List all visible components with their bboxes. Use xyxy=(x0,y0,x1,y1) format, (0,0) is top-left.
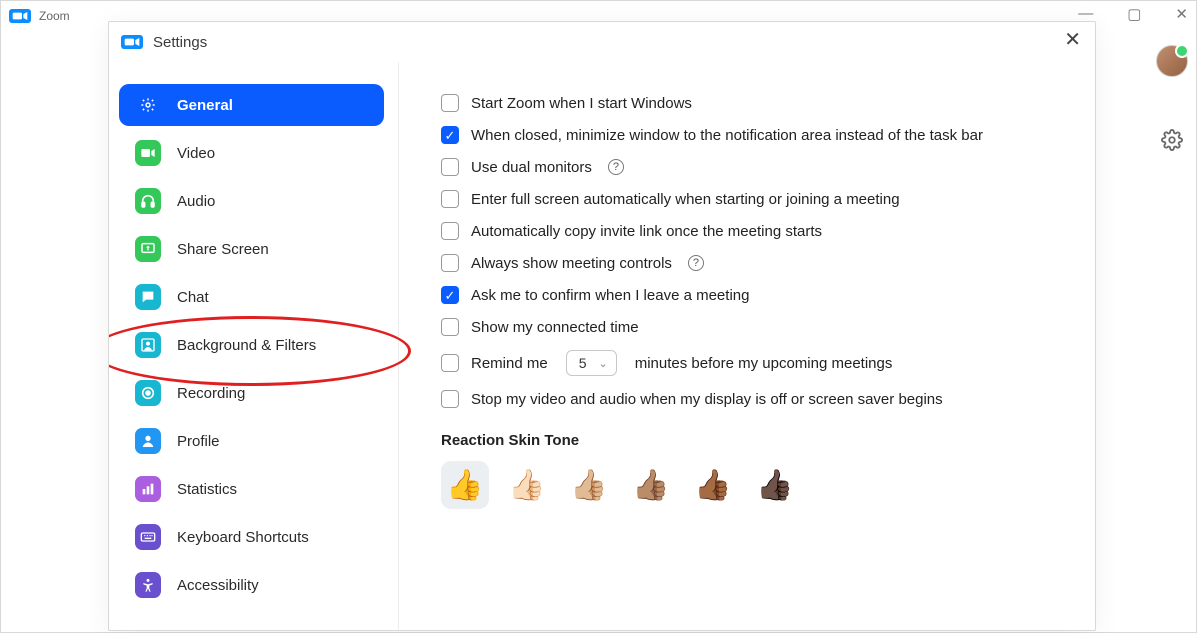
share-screen-icon xyxy=(135,236,161,262)
sidebar-item-statistics[interactable]: Statistics xyxy=(119,468,384,510)
sidebar-item-recording[interactable]: Recording xyxy=(119,372,384,414)
checkbox-remind[interactable] xyxy=(441,354,459,372)
settings-title: Settings xyxy=(153,34,207,51)
sidebar-item-label: Background & Filters xyxy=(177,337,316,354)
video-icon xyxy=(135,140,161,166)
sidebar-item-label: Share Screen xyxy=(177,241,269,258)
help-icon[interactable]: ? xyxy=(608,159,624,175)
checkbox[interactable] xyxy=(441,318,459,336)
remind-minutes-select[interactable]: 5 ⌄ xyxy=(566,350,617,376)
checkbox[interactable] xyxy=(441,158,459,176)
option-remind: Remind me 5 ⌄ minutes before my upcoming… xyxy=(441,350,1055,376)
option-label: Use dual monitors xyxy=(471,159,592,176)
checkbox[interactable] xyxy=(441,222,459,240)
background-icon xyxy=(135,332,161,358)
sidebar-item-keyboard-shortcuts[interactable]: Keyboard Shortcuts xyxy=(119,516,384,558)
sidebar-item-general[interactable]: General xyxy=(119,84,384,126)
option-label: Enter full screen automatically when sta… xyxy=(471,191,900,208)
keyboard-icon xyxy=(135,524,161,550)
option-label: Show my connected time xyxy=(471,319,639,336)
sidebar-item-profile[interactable]: Profile xyxy=(119,420,384,462)
remind-prefix: Remind me xyxy=(471,355,548,372)
zoom-logo-icon xyxy=(9,9,31,23)
close-app-button[interactable]: ✕ xyxy=(1175,5,1188,23)
option-row: Automatically copy invite link once the … xyxy=(441,222,1055,240)
sidebar-item-label: Audio xyxy=(177,193,215,210)
sidebar-item-chat[interactable]: Chat xyxy=(119,276,384,318)
zoom-logo-icon xyxy=(121,35,143,49)
sidebar-item-label: Accessibility xyxy=(177,577,259,594)
option-label: Ask me to confirm when I leave a meeting xyxy=(471,287,749,304)
sidebar-item-label: Video xyxy=(177,145,215,162)
sidebar-item-label: Recording xyxy=(177,385,245,402)
help-icon[interactable]: ? xyxy=(688,255,704,271)
option-label: Always show meeting controls xyxy=(471,255,672,272)
option-label: When closed, minimize window to the noti… xyxy=(471,127,983,144)
maximize-button[interactable]: ▢ xyxy=(1127,5,1141,23)
sidebar-item-share-screen[interactable]: Share Screen xyxy=(119,228,384,270)
skin-tone-option[interactable]: 👍🏼 xyxy=(565,461,613,509)
chevron-down-icon: ⌄ xyxy=(599,357,608,370)
settings-content: Start Zoom when I start Windows When clos… xyxy=(399,62,1095,630)
skin-tone-picker: 👍 👍🏻 👍🏼 👍🏽 👍🏾 👍🏿 xyxy=(441,461,1055,509)
sidebar-item-video[interactable]: Video xyxy=(119,132,384,174)
option-row: Start Zoom when I start Windows xyxy=(441,94,1055,112)
sidebar-item-audio[interactable]: Audio xyxy=(119,180,384,222)
sidebar-item-background-filters[interactable]: Background & Filters xyxy=(119,324,384,366)
checkbox[interactable] xyxy=(441,126,459,144)
option-row: Ask me to confirm when I leave a meeting xyxy=(441,286,1055,304)
checkbox[interactable] xyxy=(441,190,459,208)
remind-value: 5 xyxy=(579,355,587,371)
sidebar-item-label: Statistics xyxy=(177,481,237,498)
option-row: When closed, minimize window to the noti… xyxy=(441,126,1055,144)
checkbox[interactable] xyxy=(441,94,459,112)
skin-tone-option[interactable]: 👍🏾 xyxy=(689,461,737,509)
option-row: Always show meeting controls? xyxy=(441,254,1055,272)
accessibility-icon xyxy=(135,572,161,598)
option-row: Show my connected time xyxy=(441,318,1055,336)
settings-window: Settings ✕ General Video xyxy=(108,21,1096,631)
option-label: Automatically copy invite link once the … xyxy=(471,223,822,240)
checkbox[interactable] xyxy=(441,286,459,304)
reaction-skin-tone-heading: Reaction Skin Tone xyxy=(441,432,1055,449)
gear-icon xyxy=(135,92,161,118)
close-settings-button[interactable]: ✕ xyxy=(1064,30,1081,50)
skin-tone-option[interactable]: 👍 xyxy=(441,461,489,509)
profile-icon xyxy=(135,428,161,454)
sidebar-item-label: Profile xyxy=(177,433,220,450)
checkbox-stop-video[interactable] xyxy=(441,390,459,408)
sidebar-item-label: General xyxy=(177,97,233,114)
app-title: Zoom xyxy=(39,9,70,23)
settings-sidebar: General Video Audio xyxy=(109,62,399,630)
option-row: Enter full screen automatically when sta… xyxy=(441,190,1055,208)
option-row: Use dual monitors? xyxy=(441,158,1055,176)
avatar[interactable] xyxy=(1156,45,1188,77)
chat-icon xyxy=(135,284,161,310)
option-stop-video: Stop my video and audio when my display … xyxy=(441,390,1055,408)
statistics-icon xyxy=(135,476,161,502)
recording-icon xyxy=(135,380,161,406)
settings-header: Settings ✕ xyxy=(109,22,1095,62)
sidebar-item-accessibility[interactable]: Accessibility xyxy=(119,564,384,606)
skin-tone-option[interactable]: 👍🏿 xyxy=(751,461,799,509)
sidebar-item-label: Keyboard Shortcuts xyxy=(177,529,309,546)
checkbox[interactable] xyxy=(441,254,459,272)
zoom-main-window: Zoom — ▢ ✕ Settings ✕ General xyxy=(0,0,1197,633)
skin-tone-option[interactable]: 👍🏽 xyxy=(627,461,675,509)
headphones-icon xyxy=(135,188,161,214)
sidebar-item-label: Chat xyxy=(177,289,209,306)
skin-tone-option[interactable]: 👍🏻 xyxy=(503,461,551,509)
remind-suffix: minutes before my upcoming meetings xyxy=(635,355,893,372)
settings-gear-icon[interactable] xyxy=(1161,129,1183,156)
option-label: Stop my video and audio when my display … xyxy=(471,391,943,408)
option-label: Start Zoom when I start Windows xyxy=(471,95,692,112)
